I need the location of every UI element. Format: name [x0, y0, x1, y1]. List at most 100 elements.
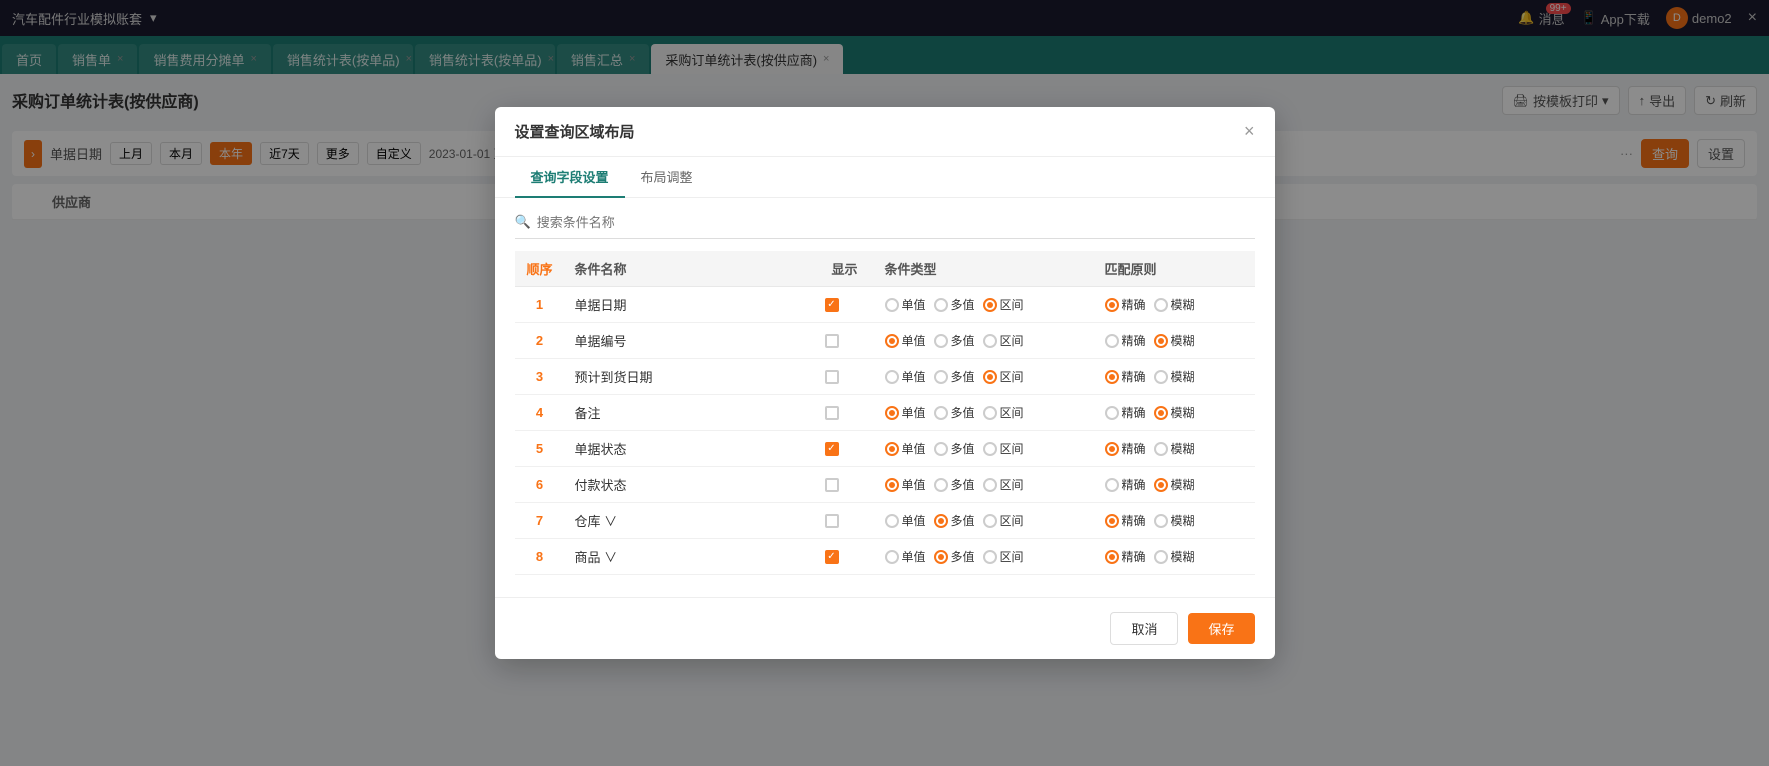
row-4-type-多值[interactable]: 多值 — [934, 440, 975, 457]
row-5-order: 6 — [515, 467, 565, 503]
modal-title: 设置查询区域布局 — [515, 121, 635, 142]
row-7-match-精确[interactable]: 精确 — [1105, 548, 1146, 565]
row-7-name: 商品 ∨ — [565, 539, 815, 575]
table-row: 6付款状态单值多值区间精确模糊 — [515, 467, 1255, 503]
row-8-type-cell: 单值多值区间 — [875, 575, 1095, 582]
th-display: 显示 — [815, 251, 875, 287]
row-5-match-cell: 精确模糊 — [1095, 467, 1255, 503]
row-3-display-cell — [815, 395, 875, 431]
row-8-name: 属性 ∨ — [565, 575, 815, 582]
row-0-type-多值[interactable]: 多值 — [934, 296, 975, 313]
row-4-display-cell — [815, 431, 875, 467]
row-1-display-cell — [815, 323, 875, 359]
row-3-match-cell: 精确模糊 — [1095, 395, 1255, 431]
row-0-type-区间[interactable]: 区间 — [983, 296, 1024, 313]
row-3-type-单值[interactable]: 单值 — [885, 404, 926, 421]
table-header-row: 顺序 条件名称 显示 条件类型 匹配原则 — [515, 251, 1255, 287]
row-2-type-单值[interactable]: 单值 — [885, 368, 926, 385]
row-5-type-多值[interactable]: 多值 — [934, 476, 975, 493]
row-5-type-区间[interactable]: 区间 — [983, 476, 1024, 493]
table-row: 3预计到货日期 单值多值区间 精确模糊 — [515, 359, 1255, 395]
row-2-match-精确[interactable]: 精确 — [1105, 368, 1146, 385]
row-2-type-多值[interactable]: 多值 — [934, 368, 975, 385]
th-type: 条件类型 — [875, 251, 1095, 287]
table-row: 4备注单值多值区间精确模糊 — [515, 395, 1255, 431]
row-8-display-cell — [815, 575, 875, 582]
row-0-match-cell: 精确模糊 — [1095, 287, 1255, 323]
row-1-type-单值[interactable]: 单值 — [885, 332, 926, 349]
cancel-btn[interactable]: 取消 — [1110, 612, 1178, 645]
modal: 设置查询区域布局 × 查询字段设置 布局调整 🔍 — [495, 107, 1275, 659]
row-7-checkbox[interactable] — [825, 550, 839, 564]
row-1-match-模糊[interactable]: 模糊 — [1154, 332, 1195, 349]
row-7-type-cell: 单值多值区间 — [875, 539, 1095, 575]
row-1-type-区间[interactable]: 区间 — [983, 332, 1024, 349]
row-2-order: 3 — [515, 359, 565, 395]
row-4-checkbox[interactable] — [825, 442, 839, 456]
modal-overlay[interactable]: 设置查询区域布局 × 查询字段设置 布局调整 🔍 — [0, 0, 1769, 766]
row-3-name: 备注 — [565, 395, 815, 431]
modal-tab-fields-label: 查询字段设置 — [531, 170, 609, 185]
row-6-name: 仓库 ∨ — [565, 503, 815, 539]
row-7-type-单值[interactable]: 单值 — [885, 548, 926, 565]
row-4-match-模糊[interactable]: 模糊 — [1154, 440, 1195, 457]
table-row: 5单据状态单值多值区间精确模糊 — [515, 431, 1255, 467]
row-5-match-模糊[interactable]: 模糊 — [1154, 476, 1195, 493]
row-2-checkbox[interactable] — [825, 370, 839, 384]
row-2-name: 预计到货日期 — [565, 359, 815, 395]
search-bar: 🔍 — [515, 214, 1255, 239]
row-5-type-单值[interactable]: 单值 — [885, 476, 926, 493]
row-6-type-单值[interactable]: 单值 — [885, 512, 926, 529]
row-1-order: 2 — [515, 323, 565, 359]
search-icon: 🔍 — [515, 214, 531, 230]
row-1-match-精确[interactable]: 精确 — [1105, 332, 1146, 349]
row-3-match-精确[interactable]: 精确 — [1105, 404, 1146, 421]
row-2-display-cell — [815, 359, 875, 395]
modal-body: 🔍 顺序 条件名称 显示 条件类型 匹配原则 — [495, 198, 1275, 597]
modal-header: 设置查询区域布局 × — [495, 107, 1275, 157]
row-1-type-多值[interactable]: 多值 — [934, 332, 975, 349]
modal-tab-layout[interactable]: 布局调整 — [625, 157, 709, 198]
row-5-type-cell: 单值多值区间 — [875, 467, 1095, 503]
row-4-match-精确[interactable]: 精确 — [1105, 440, 1146, 457]
row-3-type-cell: 单值多值区间 — [875, 395, 1095, 431]
row-3-type-多值[interactable]: 多值 — [934, 404, 975, 421]
search-input[interactable] — [537, 215, 1255, 230]
modal-close-btn[interactable]: × — [1244, 121, 1255, 142]
row-3-type-区间[interactable]: 区间 — [983, 404, 1024, 421]
modal-tab-layout-label: 布局调整 — [641, 170, 693, 185]
row-4-type-区间[interactable]: 区间 — [983, 440, 1024, 457]
row-4-match-cell: 精确模糊 — [1095, 431, 1255, 467]
row-1-checkbox[interactable] — [825, 334, 839, 348]
row-0-name: 单据日期 — [565, 287, 815, 323]
row-6-type-多值[interactable]: 多值 — [934, 512, 975, 529]
conditions-table-scroll: 顺序 条件名称 显示 条件类型 匹配原则 1单据日期单值多值区间精确模糊2单据编… — [515, 251, 1255, 581]
modal-footer: 取消 保存 — [495, 597, 1275, 659]
row-2-match-模糊[interactable]: 模糊 — [1154, 368, 1195, 385]
row-7-type-多值[interactable]: 多值 — [934, 548, 975, 565]
row-0-match-精确[interactable]: 精确 — [1105, 296, 1146, 313]
row-6-type-cell: 单值多值区间 — [875, 503, 1095, 539]
row-6-match-模糊[interactable]: 模糊 — [1154, 512, 1195, 529]
row-5-match-精确[interactable]: 精确 — [1105, 476, 1146, 493]
row-4-type-单值[interactable]: 单值 — [885, 440, 926, 457]
row-6-match-精确[interactable]: 精确 — [1105, 512, 1146, 529]
row-3-checkbox[interactable] — [825, 406, 839, 420]
row-7-match-模糊[interactable]: 模糊 — [1154, 548, 1195, 565]
row-7-type-区间[interactable]: 区间 — [983, 548, 1024, 565]
table-row: 7仓库 ∨单值多值区间精确模糊 — [515, 503, 1255, 539]
table-row: 1单据日期单值多值区间精确模糊 — [515, 287, 1255, 323]
row-8-order: 9 — [515, 575, 565, 582]
row-6-checkbox[interactable] — [825, 514, 839, 528]
save-btn[interactable]: 保存 — [1188, 613, 1254, 644]
row-0-match-模糊[interactable]: 模糊 — [1154, 296, 1195, 313]
row-5-checkbox[interactable] — [825, 478, 839, 492]
row-6-type-区间[interactable]: 区间 — [983, 512, 1024, 529]
th-match: 匹配原则 — [1095, 251, 1255, 287]
row-3-match-模糊[interactable]: 模糊 — [1154, 404, 1195, 421]
modal-tab-fields[interactable]: 查询字段设置 — [515, 157, 625, 198]
row-0-type-单值[interactable]: 单值 — [885, 296, 926, 313]
row-2-type-区间[interactable]: 区间 — [983, 368, 1024, 385]
row-4-type-cell: 单值多值区间 — [875, 431, 1095, 467]
row-0-checkbox[interactable] — [825, 298, 839, 312]
